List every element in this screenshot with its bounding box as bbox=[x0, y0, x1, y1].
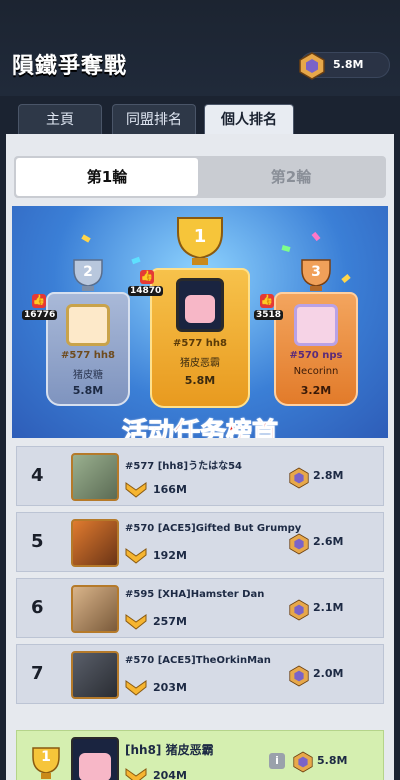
ranking-row[interactable]: 4 #577 [hh8]うたはな54 166M 2.8M bbox=[16, 446, 384, 506]
chevron-badge-icon bbox=[125, 614, 147, 630]
hexagon-gem-icon bbox=[293, 751, 313, 773]
player-avatar[interactable] bbox=[176, 278, 224, 332]
podium-third[interactable]: 3 👍 3518 #570 nps Necorinn 3.2M bbox=[254, 256, 358, 406]
ranking-row[interactable]: 6 #595 [XHA]Hamster Dan 257M 2.1M bbox=[16, 578, 384, 638]
pig-avatar-image bbox=[185, 295, 215, 323]
page-title: 隕鐵爭奪戰 bbox=[12, 54, 128, 79]
chevron-badge-icon bbox=[125, 768, 147, 780]
my-rank-number: 1 bbox=[41, 749, 51, 765]
confetti bbox=[81, 234, 91, 243]
ranking-row[interactable]: 5 #570 [ACE5]Gifted But Grumpy 192M 2.6M bbox=[16, 512, 384, 572]
chevron-badge-icon bbox=[125, 680, 147, 696]
top-bar: 隕鐵爭奪戰 5.8M bbox=[0, 0, 400, 96]
like-count: 14870 bbox=[128, 286, 164, 296]
ranking-panel: 第1輪 第2輪 2 👍 16776 #577 hh8 猪皮糖 5.8M 1 👍 … bbox=[6, 134, 394, 780]
like-icon[interactable]: 👍 bbox=[260, 294, 274, 308]
chevron-badge-icon bbox=[125, 482, 147, 498]
round-2-tab[interactable]: 第2輪 bbox=[200, 158, 382, 196]
my-player-name: [hh8] 猪皮恶霸 bbox=[125, 743, 214, 757]
pig-avatar-image bbox=[69, 307, 107, 343]
promo-overlay-text: 活动任务榜首 bbox=[121, 418, 278, 439]
player-score: 5.8M bbox=[72, 384, 104, 397]
row-player-name: #577 [hh8]うたはな54 bbox=[125, 461, 242, 472]
row-rank: 4 bbox=[31, 465, 44, 486]
player-server-alliance: #577 hh8 bbox=[173, 338, 227, 349]
podium-first[interactable]: 1 👍 14870 #577 hh8 猪皮恶霸 5.8M bbox=[128, 214, 250, 414]
player-server-alliance: #577 hh8 bbox=[61, 350, 115, 361]
podium-top-three: 2 👍 16776 #577 hh8 猪皮糖 5.8M 1 👍 14870 #5… bbox=[12, 206, 388, 438]
tab-personal-ranking[interactable]: 個人排名 bbox=[204, 104, 294, 134]
like-count: 16776 bbox=[22, 310, 58, 320]
row-avatar[interactable] bbox=[71, 585, 119, 633]
podium-second[interactable]: 2 👍 16776 #577 hh8 猪皮糖 5.8M bbox=[22, 256, 130, 406]
row-player-name: #570 [ACE5]TheOrkinMan bbox=[125, 655, 271, 666]
rank-number: 3 bbox=[311, 264, 321, 280]
player-score: 3.2M bbox=[300, 384, 332, 397]
hexagon-gem-icon bbox=[289, 665, 309, 687]
row-player-name: #595 [XHA]Hamster Dan bbox=[125, 589, 265, 600]
tab-home[interactable]: 主頁 bbox=[18, 104, 102, 134]
player-score: 5.8M bbox=[184, 374, 216, 387]
player-name: 猪皮恶霸 bbox=[180, 358, 220, 369]
hexagon-gem-icon bbox=[299, 52, 325, 80]
hexagon-gem-icon bbox=[289, 467, 309, 489]
tab-alliance-ranking[interactable]: 同盟排名 bbox=[112, 104, 196, 134]
player-avatar[interactable] bbox=[66, 304, 110, 346]
my-ranking-row[interactable]: 1 [hh8] 猪皮恶霸 204M i 5.8M bbox=[16, 730, 384, 780]
row-player-name: #570 [ACE5]Gifted But Grumpy bbox=[125, 523, 302, 534]
chevron-badge-icon bbox=[125, 548, 147, 564]
currency-display[interactable]: 5.8M bbox=[299, 52, 390, 80]
round-switcher: 第1輪 第2輪 bbox=[14, 156, 386, 198]
player-name: Necorinn bbox=[293, 366, 339, 377]
row-avatar[interactable] bbox=[71, 519, 119, 567]
row-avatar[interactable] bbox=[71, 453, 119, 501]
player-name: 猪皮糖 bbox=[73, 370, 103, 381]
like-icon[interactable]: 👍 bbox=[32, 294, 46, 308]
confetti bbox=[281, 245, 291, 252]
row-rank: 7 bbox=[31, 663, 44, 684]
hexagon-gem-icon bbox=[289, 599, 309, 621]
row-avatar[interactable] bbox=[71, 651, 119, 699]
info-icon[interactable]: i bbox=[269, 753, 285, 769]
row-rank: 6 bbox=[31, 597, 44, 618]
pig-avatar-image bbox=[79, 753, 111, 780]
row-rank: 5 bbox=[31, 531, 44, 552]
round-1-tab[interactable]: 第1輪 bbox=[16, 158, 198, 196]
confetti bbox=[311, 231, 321, 242]
confetti bbox=[131, 256, 141, 265]
currency-value: 5.8M bbox=[333, 58, 364, 71]
hexagon-gem-icon bbox=[289, 533, 309, 555]
like-count: 3518 bbox=[254, 310, 284, 320]
player-server-alliance: #570 nps bbox=[289, 350, 343, 361]
ranking-row[interactable]: 7 #570 [ACE5]TheOrkinMan 203M 2.0M bbox=[16, 644, 384, 704]
rank-number: 2 bbox=[83, 264, 93, 280]
like-icon[interactable]: 👍 bbox=[140, 270, 154, 284]
rank-number: 1 bbox=[193, 226, 207, 247]
anime-avatar-image bbox=[297, 307, 335, 343]
player-avatar[interactable] bbox=[294, 304, 338, 346]
my-avatar[interactable] bbox=[71, 737, 119, 780]
